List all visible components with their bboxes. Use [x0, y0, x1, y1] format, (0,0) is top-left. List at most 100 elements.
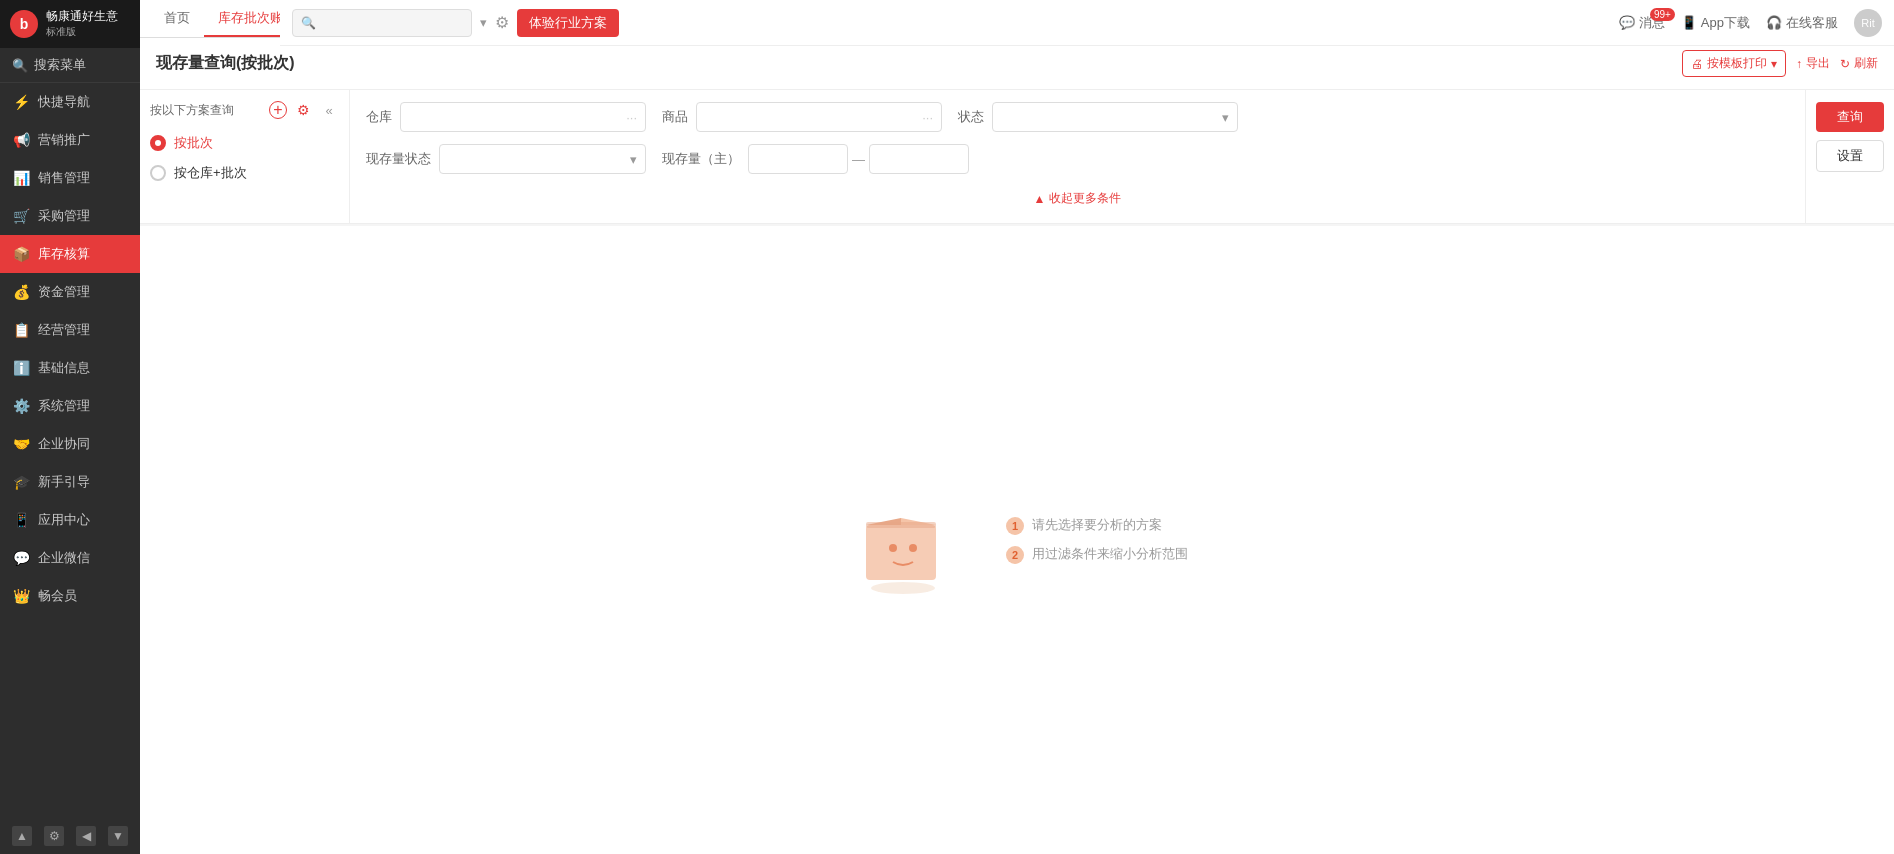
inventory-status-select[interactable]: ▾	[439, 144, 646, 174]
filter-warehouse: 仓库 ···	[366, 102, 646, 132]
scheme-item-label: 按批次	[174, 134, 213, 152]
sidebar-item-enterprise-wechat[interactable]: 💬 企业微信	[0, 539, 140, 577]
app-download-btn[interactable]: 📱 App下载	[1681, 14, 1750, 32]
top-bar: 🔍 ▾ ⚙ 体验行业方案 💬 消息 99+ 📱 App下载 🎧 在线客服	[280, 0, 1894, 46]
inventory-icon: 📦	[12, 245, 30, 263]
sidebar-scroll-down[interactable]: ▼	[108, 826, 128, 846]
top-search-box[interactable]: 🔍	[292, 9, 472, 37]
filter-inventory-quantity: 现存量（主） —	[662, 144, 969, 174]
scheme-sidebar: 按以下方案查询 + ⚙ « 按批次 按仓库+批次	[140, 90, 350, 223]
inventory-status-dropdown-icon: ▾	[630, 152, 637, 167]
tab-home-label: 首页	[164, 9, 190, 27]
filter-status: 状态 ▾	[958, 102, 1238, 132]
page-header-actions: 🖨 按模板打印 ▾ ↑ 导出 ↻ 刷新	[1682, 50, 1878, 77]
inventory-quantity-range: —	[748, 144, 969, 174]
scheme-add-btn[interactable]: +	[269, 101, 287, 119]
sidebar-item-inventory[interactable]: 📦 库存核算	[0, 235, 140, 273]
print-dropdown-icon: ▾	[1771, 57, 1777, 71]
sidebar-item-member[interactable]: 👑 畅会员	[0, 577, 140, 615]
app-download-label: App下载	[1701, 14, 1750, 32]
print-btn[interactable]: 🖨 按模板打印 ▾	[1682, 50, 1786, 77]
avatar: Rit	[1854, 9, 1882, 37]
sidebar-item-label: 经营管理	[38, 321, 90, 339]
top-bar-right: 💬 消息 99+ 📱 App下载 🎧 在线客服 Rit	[1619, 9, 1882, 37]
sidebar-scroll-up[interactable]: ▲	[12, 826, 32, 846]
empty-state-svg	[846, 480, 966, 600]
tab-home[interactable]: 首页	[150, 1, 204, 37]
sidebar-item-marketing[interactable]: 📢 营销推广	[0, 121, 140, 159]
sidebar-item-sales[interactable]: 📊 销售管理	[0, 159, 140, 197]
sidebar-item-app-center[interactable]: 📱 应用中心	[0, 501, 140, 539]
scheme-header: 按以下方案查询 + ⚙ «	[140, 100, 349, 128]
export-btn[interactable]: ↑ 导出	[1796, 55, 1830, 72]
scheme-header-label: 按以下方案查询	[150, 102, 234, 119]
status-select[interactable]: ▾	[992, 102, 1238, 132]
sidebar-settings-btn[interactable]: ⚙	[44, 826, 64, 846]
industry-btn[interactable]: 体验行业方案	[517, 9, 619, 37]
sidebar: b 畅康通好生意 标准版 🔍 搜索菜单 ⚡ 快捷导航 📢 营销推广 📊 销售管理…	[0, 0, 140, 854]
scheme-item-by-batch[interactable]: 按批次	[140, 128, 349, 158]
online-service-btn[interactable]: 🎧 在线客服	[1766, 14, 1838, 32]
app-subtitle: 标准版	[46, 25, 118, 39]
query-btn[interactable]: 查询	[1816, 102, 1884, 132]
empty-tip-1: 1 请先选择要分析的方案	[1006, 516, 1188, 535]
sidebar-item-label: 基础信息	[38, 359, 90, 377]
message-btn[interactable]: 💬 消息 99+	[1619, 14, 1665, 32]
sidebar-item-enterprise[interactable]: 🤝 企业协同	[0, 425, 140, 463]
settings-btn[interactable]: 设置	[1816, 140, 1884, 172]
svg-point-4	[889, 544, 897, 552]
scheme-settings-btn[interactable]: ⚙	[293, 100, 313, 120]
warehouse-input[interactable]: ···	[400, 102, 646, 132]
sidebar-nav: ⚡ 快捷导航 📢 营销推广 📊 销售管理 🛒 采购管理 📦 库存核算 💰 资金管…	[0, 83, 140, 818]
sidebar-item-label: 销售管理	[38, 169, 90, 187]
sidebar-item-basic-info[interactable]: ℹ️ 基础信息	[0, 349, 140, 387]
search-panel: 按以下方案查询 + ⚙ « 按批次 按仓库+批次	[140, 90, 1894, 224]
refresh-btn[interactable]: ↻ 刷新	[1840, 55, 1878, 72]
enterprise-wechat-icon: 💬	[12, 549, 30, 567]
scheme-dot-active	[150, 135, 166, 151]
quantity-max-input[interactable]	[869, 144, 969, 174]
filter-row-2: 现存量状态 ▾ 现存量（主） —	[366, 144, 1789, 174]
scheme-item-by-warehouse-batch[interactable]: 按仓库+批次	[140, 158, 349, 188]
sidebar-item-operations[interactable]: 📋 经营管理	[0, 311, 140, 349]
sidebar-item-finance[interactable]: 💰 资金管理	[0, 273, 140, 311]
page-content: 现存量查询(按批次) 🖨 按模板打印 ▾ ↑ 导出 ↻ 刷新	[140, 38, 1894, 854]
operations-icon: 📋	[12, 321, 30, 339]
svg-point-6	[871, 582, 935, 594]
user-avatar-btn[interactable]: Rit	[1854, 9, 1882, 37]
scheme-collapse-btn[interactable]: «	[319, 100, 339, 120]
empty-tip-2: 2 用过滤条件来缩小分析范围	[1006, 545, 1188, 564]
filter-inventory-status: 现存量状态 ▾	[366, 144, 646, 174]
avatar-text: Rit	[1861, 17, 1874, 29]
tip1-text: 请先选择要分析的方案	[1032, 516, 1162, 534]
tip2-text: 用过滤条件来缩小分析范围	[1032, 545, 1188, 563]
sidebar-item-new-guide[interactable]: 🎓 新手引导	[0, 463, 140, 501]
sidebar-item-label: 系统管理	[38, 397, 90, 415]
sidebar-item-quick-nav[interactable]: ⚡ 快捷导航	[0, 83, 140, 121]
sidebar-item-label: 营销推广	[38, 131, 90, 149]
sidebar-item-label: 采购管理	[38, 207, 90, 225]
sidebar-header: b 畅康通好生意 标准版	[0, 0, 140, 48]
product-input[interactable]: ···	[696, 102, 942, 132]
search-menu-label: 搜索菜单	[34, 56, 86, 74]
sidebar-item-label: 快捷导航	[38, 93, 90, 111]
search-menu[interactable]: 🔍 搜索菜单	[0, 48, 140, 83]
inventory-quantity-label: 现存量（主）	[662, 150, 740, 168]
collapse-filters-btn[interactable]: ▲ 收起更多条件	[366, 186, 1789, 211]
search-input-icon: 🔍	[301, 16, 316, 30]
sidebar-item-purchase[interactable]: 🛒 采购管理	[0, 197, 140, 235]
action-btns: 查询 设置	[1805, 90, 1894, 223]
status-dropdown-icon: ▾	[1222, 110, 1229, 125]
enterprise-icon: 🤝	[12, 435, 30, 453]
settings-icon[interactable]: ⚙	[495, 13, 509, 32]
sidebar-item-label: 应用中心	[38, 511, 90, 529]
export-icon: ↑	[1796, 57, 1802, 71]
sidebar-item-system[interactable]: ⚙️ 系统管理	[0, 387, 140, 425]
online-service-label: 在线客服	[1786, 14, 1838, 32]
app-logo: b	[10, 10, 38, 38]
svg-rect-3	[866, 522, 936, 528]
quantity-min-input[interactable]	[748, 144, 848, 174]
sidebar-collapse-btn[interactable]: ◀	[76, 826, 96, 846]
dropdown-arrow-icon[interactable]: ▾	[480, 15, 487, 30]
sidebar-item-label: 企业微信	[38, 549, 90, 567]
